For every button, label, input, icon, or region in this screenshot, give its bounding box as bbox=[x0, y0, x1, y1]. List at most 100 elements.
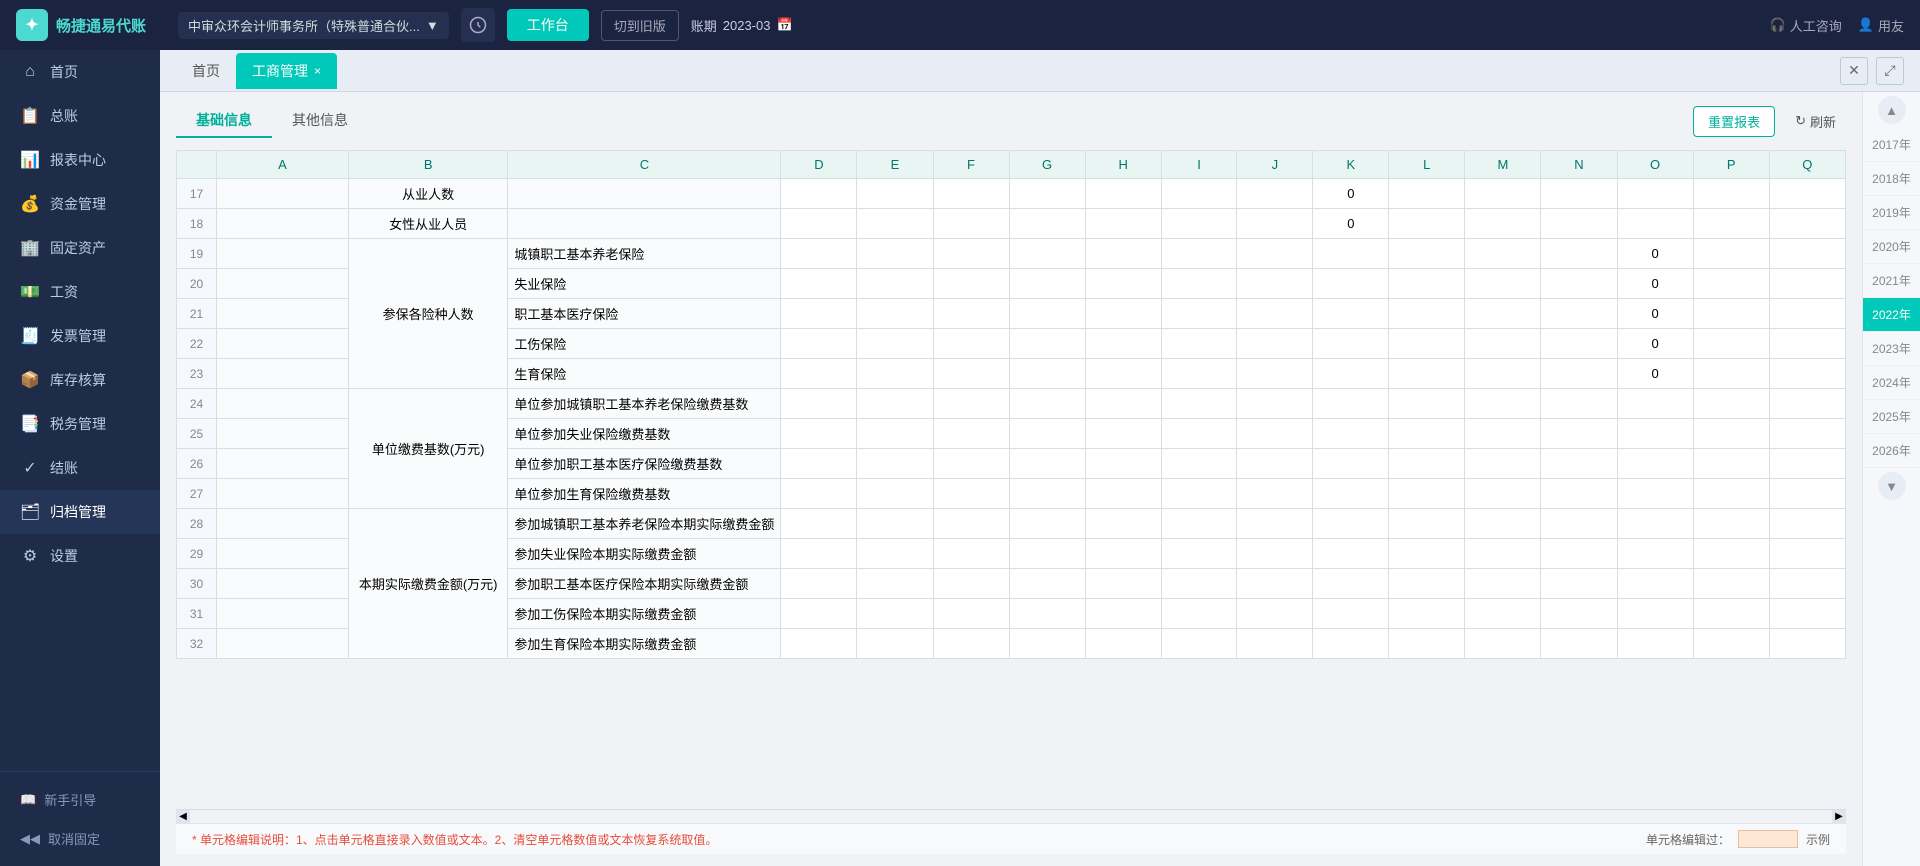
cell-j-17[interactable] bbox=[1237, 179, 1313, 209]
cell-p-31[interactable] bbox=[1693, 599, 1769, 629]
hscroll-inner[interactable] bbox=[190, 810, 1832, 824]
cell-p-29[interactable] bbox=[1693, 539, 1769, 569]
sheet-scroll-area[interactable]: ABCDEFGHIJKLMNOPQ 17从业人数018女性从业人员019参保各险… bbox=[176, 150, 1846, 809]
cell-l-19[interactable] bbox=[1389, 239, 1465, 269]
cell-k-24[interactable] bbox=[1313, 389, 1389, 419]
sidebar-item-reports[interactable]: 📊 报表中心 bbox=[0, 138, 160, 182]
cell-f-30[interactable] bbox=[933, 569, 1009, 599]
year-panel-up[interactable]: ▲ bbox=[1878, 96, 1906, 124]
cell-q-20[interactable] bbox=[1769, 269, 1845, 299]
cell-j-26[interactable] bbox=[1237, 449, 1313, 479]
cell-e-17[interactable] bbox=[857, 179, 933, 209]
cell-i-29[interactable] bbox=[1161, 539, 1237, 569]
cell-i-20[interactable] bbox=[1161, 269, 1237, 299]
cell-k-28[interactable] bbox=[1313, 509, 1389, 539]
cell-c-24[interactable]: 单位参加城镇职工基本养老保险缴费基数 bbox=[508, 389, 781, 419]
cell-q-19[interactable] bbox=[1769, 239, 1845, 269]
cell-e-30[interactable] bbox=[857, 569, 933, 599]
cell-g-20[interactable] bbox=[1009, 269, 1085, 299]
cell-c-27[interactable]: 单位参加生育保险缴费基数 bbox=[508, 479, 781, 509]
cell-d-27[interactable] bbox=[781, 479, 857, 509]
cell-j-31[interactable] bbox=[1237, 599, 1313, 629]
cell-o-21[interactable]: 0 bbox=[1617, 299, 1693, 329]
cell-g-25[interactable] bbox=[1009, 419, 1085, 449]
cell-p-22[interactable] bbox=[1693, 329, 1769, 359]
ai-consult-btn[interactable]: 🎧 人工咨询 bbox=[1770, 16, 1842, 35]
cell-f-20[interactable] bbox=[933, 269, 1009, 299]
cell-l-28[interactable] bbox=[1389, 509, 1465, 539]
cell-c-25[interactable]: 单位参加失业保险缴费基数 bbox=[508, 419, 781, 449]
cell-q-18[interactable] bbox=[1769, 209, 1845, 239]
cell-q-21[interactable] bbox=[1769, 299, 1845, 329]
cell-e-28[interactable] bbox=[857, 509, 933, 539]
sidebar-item-archive[interactable]: 🗂 归档管理 bbox=[0, 490, 160, 534]
cell-h-31[interactable] bbox=[1085, 599, 1161, 629]
cell-l-25[interactable] bbox=[1389, 419, 1465, 449]
cell-e-26[interactable] bbox=[857, 449, 933, 479]
year-item-2018年[interactable]: 2018年 bbox=[1863, 162, 1920, 196]
cell-b-17[interactable]: 从业人数 bbox=[348, 179, 507, 209]
cell-q-24[interactable] bbox=[1769, 389, 1845, 419]
cell-f-18[interactable] bbox=[933, 209, 1009, 239]
cell-j-27[interactable] bbox=[1237, 479, 1313, 509]
cell-f-26[interactable] bbox=[933, 449, 1009, 479]
cell-m-27[interactable] bbox=[1465, 479, 1541, 509]
cell-i-22[interactable] bbox=[1161, 329, 1237, 359]
cell-m-28[interactable] bbox=[1465, 509, 1541, 539]
cell-d-25[interactable] bbox=[781, 419, 857, 449]
cell-a-20[interactable] bbox=[217, 269, 349, 299]
cell-a-21[interactable] bbox=[217, 299, 349, 329]
cell-k-20[interactable] bbox=[1313, 269, 1389, 299]
year-item-2024年[interactable]: 2024年 bbox=[1863, 366, 1920, 400]
cell-c-20[interactable]: 失业保险 bbox=[508, 269, 781, 299]
cell-q-22[interactable] bbox=[1769, 329, 1845, 359]
cell-j-24[interactable] bbox=[1237, 389, 1313, 419]
expand-panel-button[interactable]: ⤢ bbox=[1876, 57, 1904, 85]
cell-c-22[interactable]: 工伤保险 bbox=[508, 329, 781, 359]
sidebar-bottom-guide[interactable]: 📖 新手引导 bbox=[0, 780, 160, 819]
cell-f-17[interactable] bbox=[933, 179, 1009, 209]
cell-j-25[interactable] bbox=[1237, 419, 1313, 449]
cell-m-18[interactable] bbox=[1465, 209, 1541, 239]
cell-h-27[interactable] bbox=[1085, 479, 1161, 509]
cell-f-31[interactable] bbox=[933, 599, 1009, 629]
cell-n-18[interactable] bbox=[1541, 209, 1617, 239]
cell-h-17[interactable] bbox=[1085, 179, 1161, 209]
cell-a-28[interactable] bbox=[217, 509, 349, 539]
cell-a-26[interactable] bbox=[217, 449, 349, 479]
cell-j-32[interactable] bbox=[1237, 629, 1313, 659]
year-item-2019年[interactable]: 2019年 bbox=[1863, 196, 1920, 230]
cell-e-24[interactable] bbox=[857, 389, 933, 419]
cell-c-21[interactable]: 职工基本医疗保险 bbox=[508, 299, 781, 329]
sidebar-item-salary[interactable]: 💵 工资 bbox=[0, 270, 160, 314]
cell-l-17[interactable] bbox=[1389, 179, 1465, 209]
year-item-2017年[interactable]: 2017年 bbox=[1863, 128, 1920, 162]
cell-h-22[interactable] bbox=[1085, 329, 1161, 359]
cell-n-25[interactable] bbox=[1541, 419, 1617, 449]
cell-e-23[interactable] bbox=[857, 359, 933, 389]
cell-m-25[interactable] bbox=[1465, 419, 1541, 449]
cell-p-17[interactable] bbox=[1693, 179, 1769, 209]
cell-q-30[interactable] bbox=[1769, 569, 1845, 599]
cell-m-26[interactable] bbox=[1465, 449, 1541, 479]
cell-n-22[interactable] bbox=[1541, 329, 1617, 359]
cell-f-22[interactable] bbox=[933, 329, 1009, 359]
cell-l-29[interactable] bbox=[1389, 539, 1465, 569]
cell-g-31[interactable] bbox=[1009, 599, 1085, 629]
year-item-2025年[interactable]: 2025年 bbox=[1863, 400, 1920, 434]
cell-g-28[interactable] bbox=[1009, 509, 1085, 539]
cell-k-17[interactable]: 0 bbox=[1313, 179, 1389, 209]
cell-o-25[interactable] bbox=[1617, 419, 1693, 449]
cell-k-31[interactable] bbox=[1313, 599, 1389, 629]
cell-c-17[interactable] bbox=[508, 179, 781, 209]
cell-c-19[interactable]: 城镇职工基本养老保险 bbox=[508, 239, 781, 269]
cell-a-30[interactable] bbox=[217, 569, 349, 599]
cell-q-25[interactable] bbox=[1769, 419, 1845, 449]
cell-n-24[interactable] bbox=[1541, 389, 1617, 419]
cell-j-29[interactable] bbox=[1237, 539, 1313, 569]
cell-k-32[interactable] bbox=[1313, 629, 1389, 659]
hscroll-right-btn[interactable]: ▶ bbox=[1832, 810, 1846, 824]
cell-j-28[interactable] bbox=[1237, 509, 1313, 539]
cell-l-22[interactable] bbox=[1389, 329, 1465, 359]
cell-d-20[interactable] bbox=[781, 269, 857, 299]
